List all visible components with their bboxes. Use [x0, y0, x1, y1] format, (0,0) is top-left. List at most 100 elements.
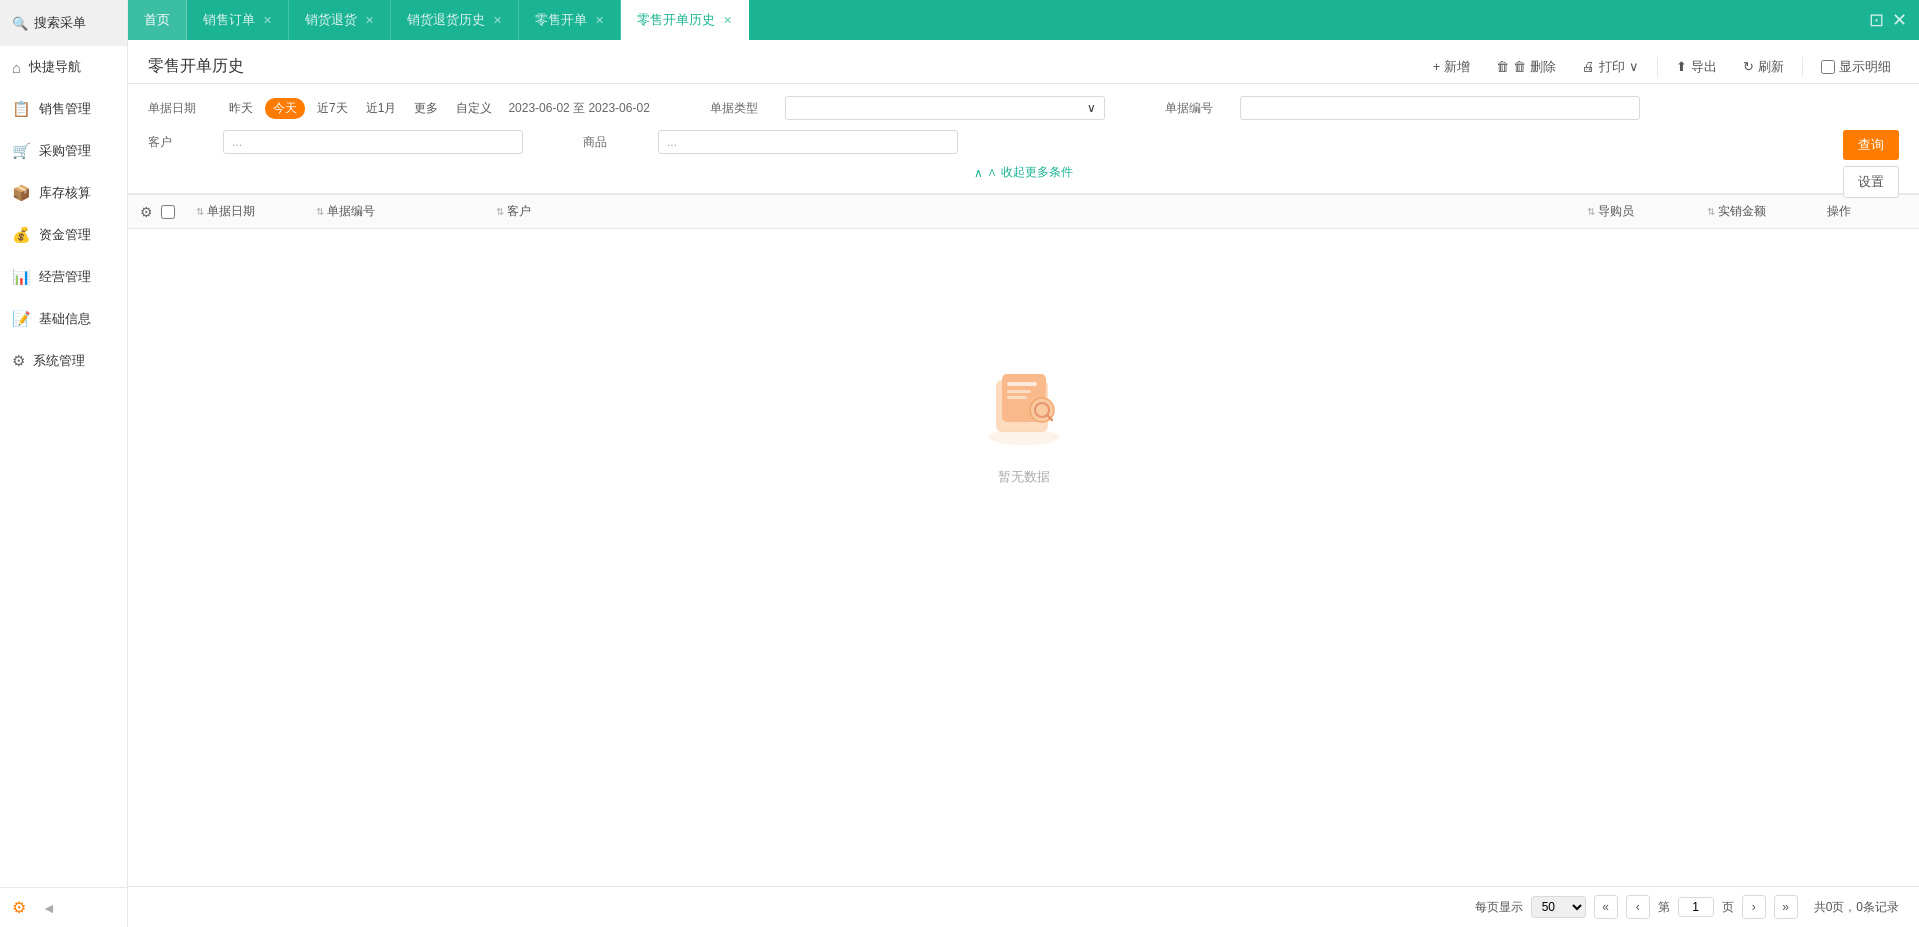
- sidebar-item-basics[interactable]: 📝 基础信息: [0, 298, 127, 340]
- tab-bar-controls: ⊡ ✕: [1869, 0, 1919, 40]
- customer-filter-input[interactable]: ...: [223, 130, 523, 154]
- sort-icon-no: ⇅: [316, 206, 324, 217]
- type-filter-label: 单据类型: [710, 100, 765, 117]
- sidebar: 🔍 搜索采单 ⌂ 快捷导航 📋 销售管理 🛒 采购管理 📦 库存核算 💰 资金管…: [0, 0, 128, 927]
- svg-rect-4: [1007, 390, 1031, 393]
- nav-icon-sales-mgmt: 📋: [12, 100, 31, 118]
- filter-area: 单据日期 昨天 今天 近7天 近1月 更多 自定义 2023-06-02 至 2…: [128, 84, 1919, 194]
- restore-window-icon[interactable]: ⊡: [1869, 9, 1884, 31]
- tab-close-retail-open-history[interactable]: ✕: [723, 14, 732, 27]
- display-detail-checkbox[interactable]: [1821, 60, 1835, 74]
- nav-icon-quick-nav: ⌂: [12, 59, 21, 76]
- col-guide-label: 导购员: [1598, 203, 1634, 220]
- prev-page-btn[interactable]: ‹: [1626, 895, 1650, 919]
- no-filter-label: 单据编号: [1165, 100, 1220, 117]
- sidebar-item-sales-mgmt[interactable]: 📋 销售管理: [0, 88, 127, 130]
- export-button[interactable]: ⬆ 导出: [1668, 54, 1725, 80]
- tab-close-sales-order[interactable]: ✕: [263, 14, 272, 27]
- collapse-sidebar-icon[interactable]: ◄: [42, 900, 56, 916]
- custom-btn[interactable]: 自定义: [450, 98, 498, 119]
- first-page-btn[interactable]: «: [1594, 895, 1618, 919]
- delete-icon: 🗑: [1496, 59, 1509, 74]
- date-filter-btns: 昨天 今天 近7天 近1月 更多 自定义 2023-06-02 至 2023-0…: [223, 98, 650, 119]
- nav-icon-inventory: 📦: [12, 184, 31, 202]
- next-page-icon: ›: [1752, 900, 1756, 914]
- sidebar-item-operations[interactable]: 📊 经营管理: [0, 256, 127, 298]
- tab-close-retail-open[interactable]: ✕: [595, 14, 604, 27]
- page-header: 零售开单历史 + 新增 🗑 🗑 删除 🖨 打印 ∨ ⬆ 导出 ↻ 刷: [128, 40, 1919, 84]
- delete-label: 🗑 删除: [1513, 58, 1556, 76]
- sidebar-item-purchase-mgmt[interactable]: 🛒 采购管理: [0, 130, 127, 172]
- col-header-no[interactable]: ⇅ 单据编号: [316, 203, 496, 220]
- today-btn[interactable]: 今天: [265, 98, 305, 119]
- collapse-row: ∧ ∧ 收起更多条件: [148, 164, 1899, 181]
- toolbar: + 新增 🗑 🗑 删除 🖨 打印 ∨ ⬆ 导出 ↻ 刷新: [1425, 54, 1899, 80]
- nav-label-operations: 经营管理: [39, 268, 91, 286]
- last-page-btn[interactable]: »: [1774, 895, 1798, 919]
- sidebar-item-system[interactable]: ⚙ 系统管理: [0, 340, 127, 382]
- select-all-checkbox[interactable]: [161, 205, 175, 219]
- sidebar-item-inventory[interactable]: 📦 库存核算: [0, 172, 127, 214]
- query-button[interactable]: 查询: [1843, 130, 1899, 160]
- print-button[interactable]: 🖨 打印 ∨: [1574, 54, 1647, 80]
- type-filter-select[interactable]: ∨: [785, 96, 1105, 120]
- sidebar-item-quick-nav[interactable]: ⌂ 快捷导航: [0, 46, 127, 88]
- side-action-btns: 查询 设置: [1843, 130, 1899, 198]
- goods-ellipsis-icon: ...: [667, 135, 677, 149]
- col-header-customer[interactable]: ⇅ 客户: [496, 203, 1587, 220]
- export-label: 导出: [1691, 58, 1717, 76]
- tab-retail-open[interactable]: 零售开单 ✕: [519, 0, 621, 40]
- col-header-action: 操作: [1827, 203, 1907, 220]
- week-btn[interactable]: 近7天: [311, 98, 354, 119]
- per-page-select[interactable]: 50 10 20 100: [1531, 896, 1586, 918]
- col-action-label: 操作: [1827, 203, 1851, 220]
- close-window-icon[interactable]: ✕: [1892, 9, 1907, 31]
- refresh-icon: ↻: [1743, 59, 1754, 74]
- tab-sales-return[interactable]: 销货退货✕: [289, 0, 391, 40]
- more-btn[interactable]: 更多: [408, 98, 444, 119]
- display-detail-toggle[interactable]: 显示明细: [1813, 54, 1899, 80]
- nav-icon-system: ⚙: [12, 352, 25, 370]
- tab-close-sales-return-history[interactable]: ✕: [493, 14, 502, 27]
- tab-bar: 首页销售订单✕销货退货✕销货退货历史✕零售开单✕零售开单历史✕ ⊡ ✕: [128, 0, 1919, 40]
- collapse-button[interactable]: ∧ ∧ 收起更多条件: [974, 164, 1072, 181]
- col-header-amount[interactable]: ⇅ 实销金额: [1707, 203, 1827, 220]
- settings-button[interactable]: 设置: [1843, 166, 1899, 198]
- empty-state: 暂无数据: [128, 229, 1919, 609]
- page-number-input[interactable]: [1678, 897, 1714, 917]
- settings-icon[interactable]: ⚙: [12, 898, 26, 917]
- col-customer-label: 客户: [507, 203, 531, 220]
- table-settings-icon[interactable]: ⚙: [140, 204, 153, 220]
- goods-filter-label: 商品: [583, 134, 638, 151]
- goods-filter-input[interactable]: ...: [658, 130, 958, 154]
- customer-ellipsis-icon: ...: [232, 135, 242, 149]
- sidebar-search[interactable]: 🔍 搜索采单: [0, 0, 127, 46]
- toolbar-divider-2: [1802, 57, 1803, 77]
- yesterday-btn[interactable]: 昨天: [223, 98, 259, 119]
- per-page-label: 每页显示: [1475, 899, 1523, 916]
- page-label: 第: [1658, 899, 1670, 916]
- sort-icon-date: ⇅: [196, 206, 204, 217]
- tab-sales-return-history[interactable]: 销货退货历史✕: [391, 0, 519, 40]
- nav-label-inventory: 库存核算: [39, 184, 91, 202]
- tab-home[interactable]: 首页: [128, 0, 187, 40]
- no-filter-input[interactable]: [1240, 96, 1640, 120]
- tab-sales-order[interactable]: 销售订单✕: [187, 0, 289, 40]
- sort-icon-customer: ⇅: [496, 206, 504, 217]
- tab-label-retail-open: 零售开单: [535, 11, 587, 29]
- display-detail-label: 显示明细: [1839, 58, 1891, 76]
- refresh-button[interactable]: ↻ 刷新: [1735, 54, 1792, 80]
- sidebar-item-finance[interactable]: 💰 资金管理: [0, 214, 127, 256]
- col-header-date[interactable]: ⇅ 单据日期: [196, 203, 316, 220]
- col-header-guide[interactable]: ⇅ 导购员: [1587, 203, 1707, 220]
- page-title: 零售开单历史: [148, 56, 244, 77]
- next-page-btn[interactable]: ›: [1742, 895, 1766, 919]
- month-btn[interactable]: 近1月: [360, 98, 403, 119]
- delete-button[interactable]: 🗑 🗑 删除: [1488, 54, 1564, 80]
- add-button[interactable]: + 新增: [1425, 54, 1479, 80]
- tab-close-sales-return[interactable]: ✕: [365, 14, 374, 27]
- collapse-label: ∧ 收起更多条件: [987, 164, 1072, 181]
- svg-rect-3: [1007, 382, 1037, 386]
- tab-retail-open-history[interactable]: 零售开单历史✕: [621, 0, 749, 40]
- prev-page-icon: ‹: [1636, 900, 1640, 914]
